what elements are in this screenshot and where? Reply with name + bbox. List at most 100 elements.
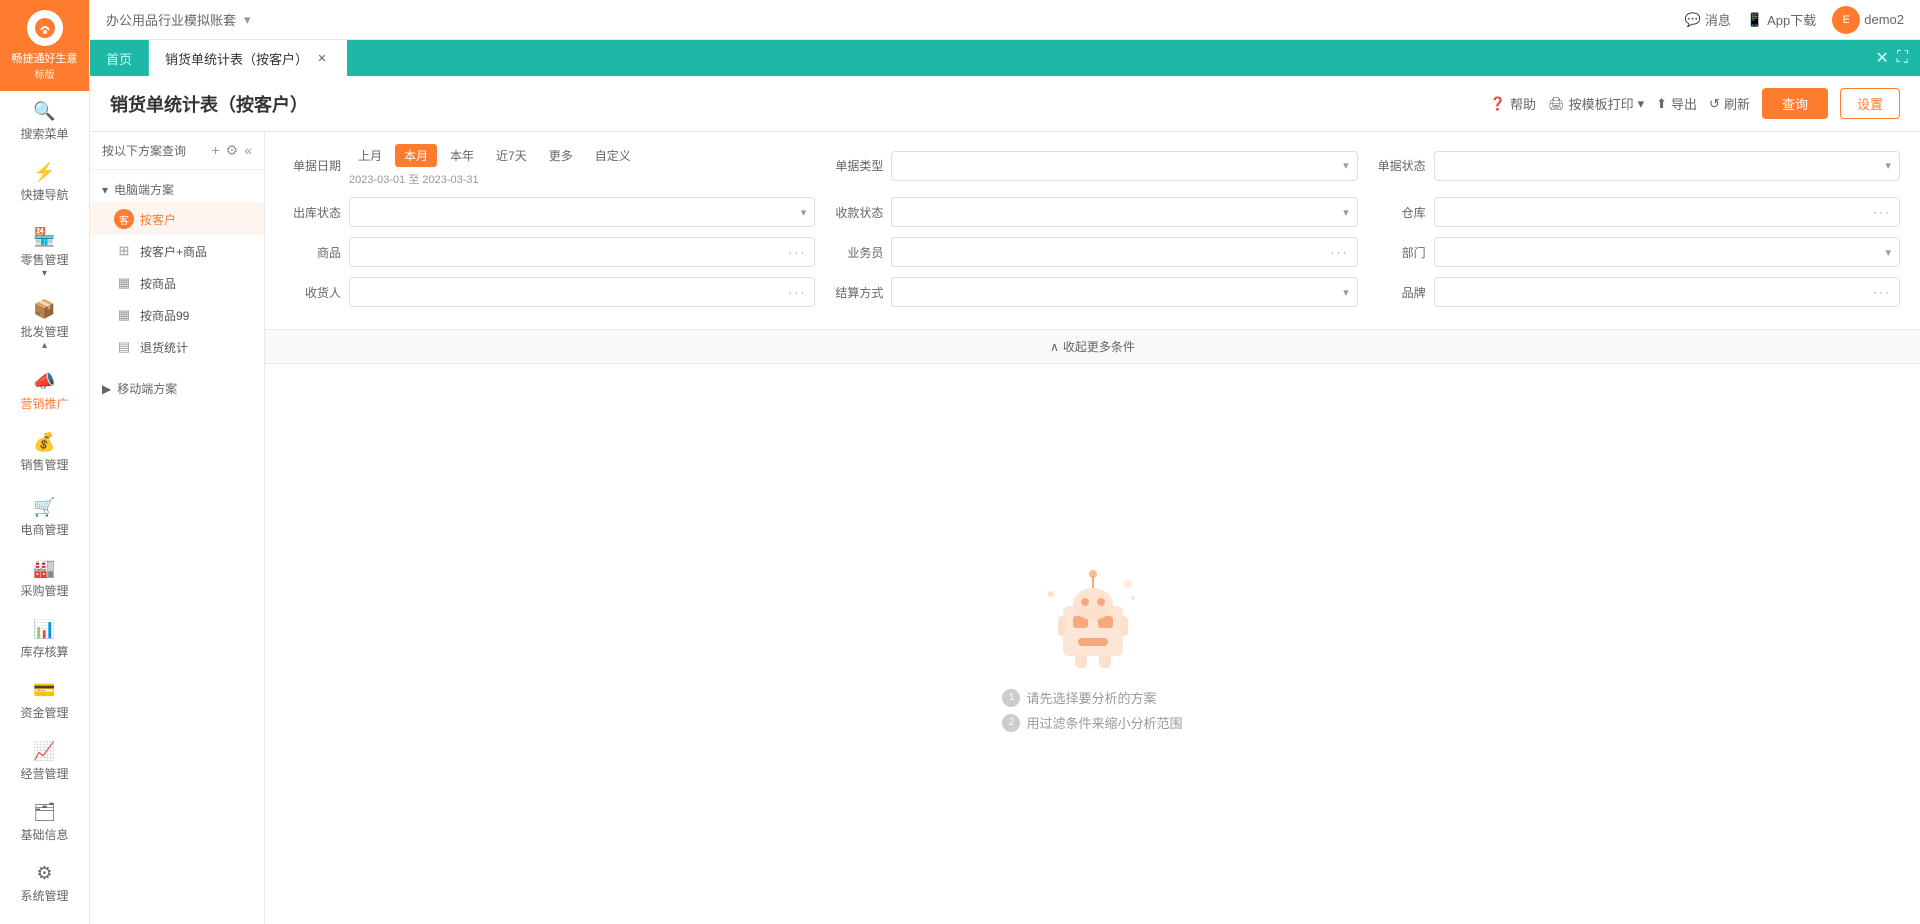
settlement-label: 结算方式 [827,284,883,301]
tab-home[interactable]: 首页 [90,40,149,76]
salesperson-control[interactable]: ··· [891,237,1357,267]
retail-expand-icon: ▾ [42,268,47,279]
brand-control[interactable]: ··· [1434,277,1900,307]
sidebar-item-quicknav[interactable]: ⚡ 快捷导航 [0,152,89,213]
sidebar-item-ecommerce[interactable]: 🛒 电商管理 [0,487,89,548]
sidebar-item-stock[interactable]: 📊 库存核算 [0,609,89,670]
out-status-control[interactable]: ▾ [349,197,815,227]
print-button[interactable]: 🖨 按模板打印 ▾ [1548,94,1644,113]
department-label: 部门 [1370,244,1426,261]
tab-sales-stat-label: 销货单统计表（按客户） [165,49,308,68]
out-status-arrow: ▾ [801,206,807,219]
print-label: 按模板打印 [1569,94,1634,113]
sidebar-item-sales[interactable]: 💰 销售管理 [0,422,89,483]
mobile-group-title[interactable]: ▶ 移动端方案 [90,375,264,402]
filter-brand-group: 品牌 ··· [1370,277,1900,307]
sidebar-item-search-label: 搜索菜单 [20,125,68,142]
tab-close-button[interactable]: ✕ [314,50,330,66]
setting-button[interactable]: 设置 [1840,88,1900,119]
sidebar-item-sales-label: 销售管理 [20,456,68,473]
add-scheme-button[interactable]: + [211,142,219,159]
sidebar-item-retail[interactable]: 🏪 零售管理 ▾ [0,217,89,289]
by-product-icon: ▦ [114,273,134,293]
help-label: 帮助 [1510,94,1536,113]
right-panel: 单据日期 上月 本月 本年 近7天 更多 自定义 20 [265,132,1920,924]
export-button[interactable]: ⬆ 导出 [1656,94,1697,113]
user-menu[interactable]: E demo2 [1832,6,1904,34]
tab-expand-icon[interactable]: ⛶ [1897,49,1908,67]
sidebar-item-marketing[interactable]: 📣 营销推广 [0,361,89,422]
date-tab-this-year[interactable]: 本年 [441,144,483,167]
tab-close-all-icon[interactable]: ✕ [1875,48,1888,68]
date-tab-last-month[interactable]: 上月 [349,144,391,167]
help-button[interactable]: ❓ 帮助 [1490,94,1536,113]
sidebar-item-basic-label: 基础信息 [20,826,68,843]
receiver-control[interactable]: ··· [349,277,815,307]
order-type-control[interactable]: ▾ [891,151,1357,181]
export-label: 导出 [1671,94,1697,113]
query-button[interactable]: 查询 [1762,88,1828,119]
app-title: 畅捷通好生意 [12,50,78,66]
pay-status-control[interactable]: ▾ [891,197,1357,227]
sidebar-item-cooperation[interactable]: 🤝 企业协同 [0,914,89,924]
left-panel: 按以下方案查询 + ⚙ « ▾ 电脑端方案 客 按客户 [90,132,265,924]
order-type-label: 单据类型 [827,157,883,174]
filter-out-status-group: 出库状态 ▾ [285,197,815,227]
product-more-icon: ··· [788,245,806,259]
sidebar-item-wholesale[interactable]: 📦 批发管理 ▴ [0,289,89,361]
purchase-icon: 🏭 [33,558,55,579]
sidebar-item-purchase[interactable]: 🏭 采购管理 [0,548,89,609]
sales-icon: 💰 [33,432,55,453]
desktop-group-title[interactable]: ▾ 电脑端方案 [90,176,264,203]
warehouse-control[interactable]: ··· [1434,197,1900,227]
date-tab-this-month[interactable]: 本月 [395,144,437,167]
refresh-button[interactable]: ↺ 刷新 [1709,94,1750,113]
collapse-bar[interactable]: ∧ 收起更多条件 [265,330,1920,364]
system-icon: ⚙ [36,863,52,884]
message-button[interactable]: 💬 消息 [1685,10,1731,29]
warehouse-label: 仓库 [1370,204,1426,221]
by-customer-product-label: 按客户+商品 [140,243,207,260]
sidebar-item-system[interactable]: ⚙ 系统管理 [0,853,89,914]
product-control[interactable]: ··· [349,237,815,267]
date-tab-custom[interactable]: 自定义 [586,144,640,167]
settlement-control[interactable]: ▾ [891,277,1357,307]
page-actions: ❓ 帮助 🖨 按模板打印 ▾ ⬆ 导出 ↺ 刷新 [1490,88,1900,119]
by-product-label: 按商品 [140,275,176,292]
header-dropdown-icon[interactable]: ▾ [244,12,251,28]
sidebar-item-finance[interactable]: 💳 资金管理 [0,670,89,731]
filter-pay-status-group: 收款状态 ▾ [827,197,1357,227]
department-control[interactable]: ▾ [1434,237,1900,267]
scheme-item-by-product-99[interactable]: ▦ 按商品99 [90,299,264,331]
collapse-panel-button[interactable]: « [244,142,252,159]
sidebar-item-operation[interactable]: 📈 经营管理 [0,731,89,792]
scheme-item-return-stat[interactable]: ▤ 退货统计 [90,331,264,363]
settings-scheme-button[interactable]: ⚙ [226,142,239,159]
date-tab-7days[interactable]: 近7天 [487,144,536,167]
sidebar-item-basic[interactable]: 🗂 基础信息 [0,792,89,853]
stock-icon: 📊 [33,619,55,640]
salesperson-label: 业务员 [827,244,883,261]
scheme-item-by-customer[interactable]: 客 按客户 [90,203,264,235]
scheme-item-by-product[interactable]: ▦ 按商品 [90,267,264,299]
tab-sales-stat[interactable]: 销货单统计表（按客户） ✕ [149,40,347,76]
app-download-button[interactable]: 📱 App下载 [1747,10,1816,29]
order-status-arrow: ▾ [1885,159,1891,172]
refresh-label: 刷新 [1724,94,1750,113]
scheme-item-by-customer-product[interactable]: ⊞ 按客户+商品 [90,235,264,267]
department-arrow: ▾ [1885,246,1891,259]
sidebar-item-search[interactable]: 🔍 搜索菜单 [0,91,89,152]
username-label: demo2 [1864,12,1904,27]
finance-icon: 💳 [33,680,55,701]
app-subtitle: 标版 [35,66,55,81]
header-right: 💬 消息 📱 App下载 E demo2 [1685,6,1904,34]
sidebar-item-operation-label: 经营管理 [20,765,68,782]
message-icon: 💬 [1685,12,1701,28]
sidebar: 畅捷通好生意 标版 🔍 搜索菜单 ⚡ 快捷导航 🏪 零售管理 ▾ 📦 批发管理 … [0,0,90,924]
out-status-label: 出库状态 [285,204,341,221]
order-status-control[interactable]: ▾ [1434,151,1900,181]
split-view: 按以下方案查询 + ⚙ « ▾ 电脑端方案 客 按客户 [90,132,1920,924]
tip-text-1: 请先选择要分析的方案 [1026,688,1156,707]
date-tab-more[interactable]: 更多 [540,144,582,167]
salesperson-more-icon: ··· [1331,245,1349,259]
